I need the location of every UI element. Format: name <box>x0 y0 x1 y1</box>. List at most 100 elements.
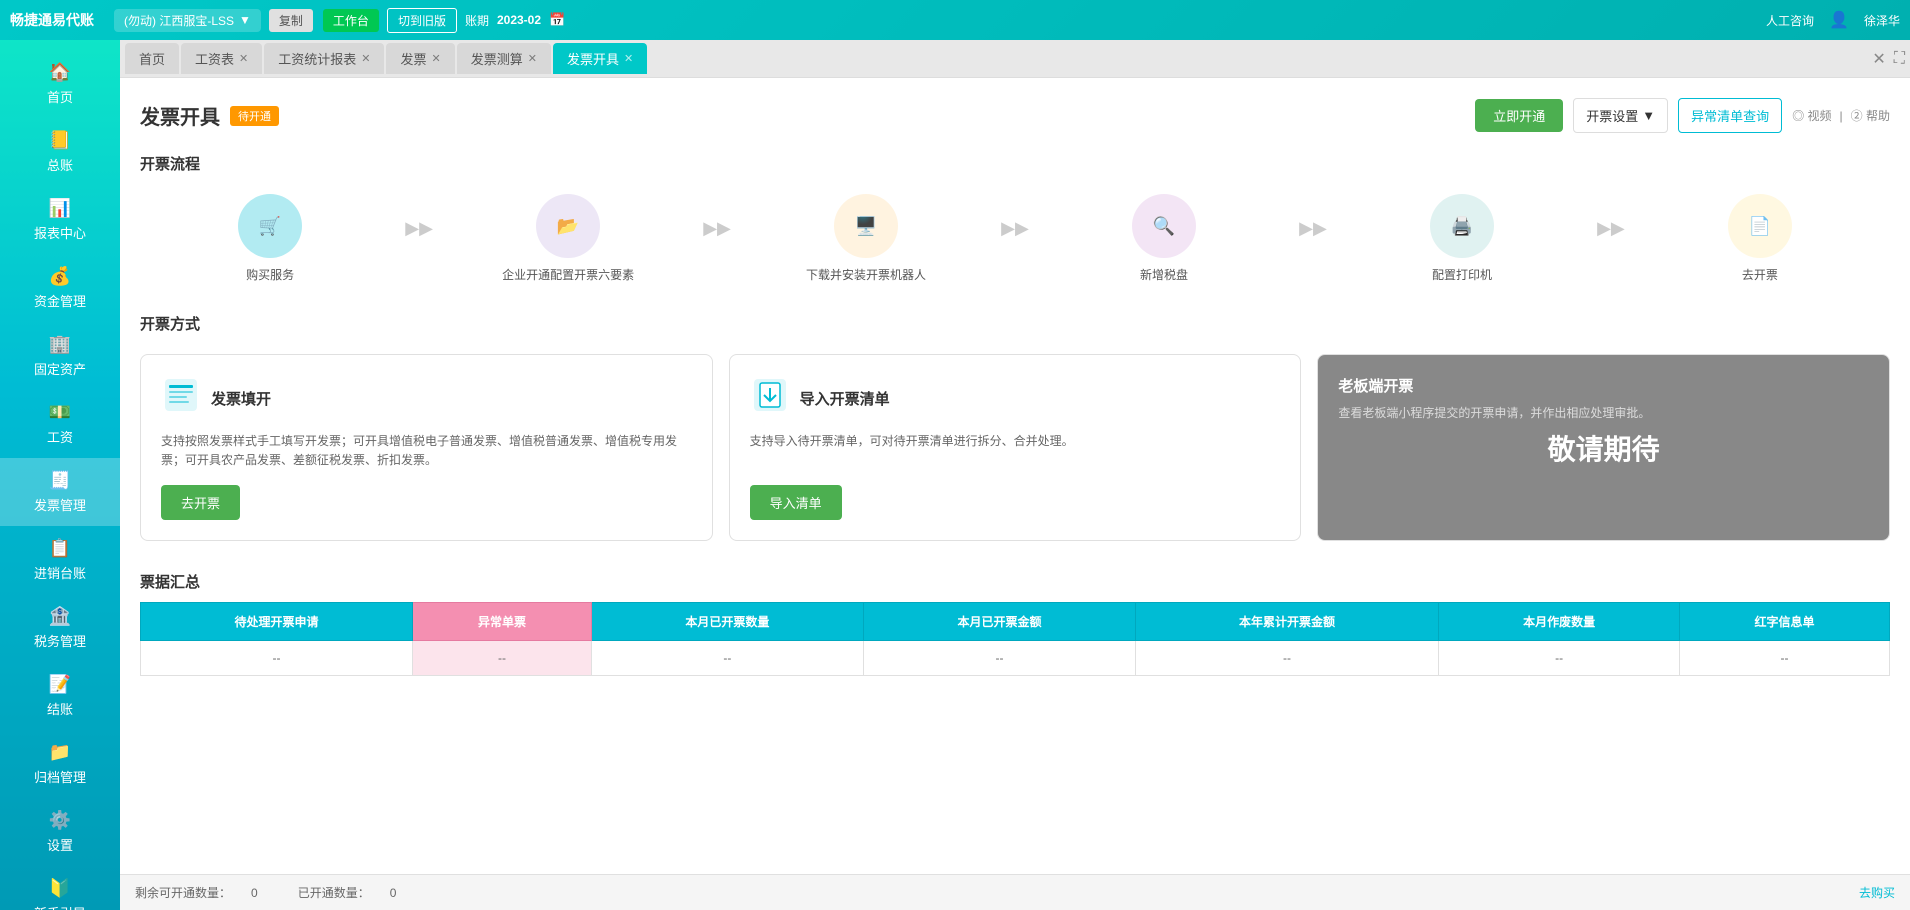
tab-invoice-tool[interactable]: 发票开具 ✕ <box>553 43 647 74</box>
help-link[interactable]: ② 帮助 <box>1851 107 1890 124</box>
manual-card-btn[interactable]: 去开票 <box>161 485 240 520</box>
tab-invoice-tool-label: 发票开具 <box>567 49 619 68</box>
settings-button[interactable]: 开票设置 ▼ <box>1573 98 1668 133</box>
copy-button[interactable]: 复制 <box>269 9 313 32</box>
col-today-count: 本月已开票数量 <box>591 603 863 641</box>
tab-bar-actions: ✕ ⛶ <box>1872 49 1905 69</box>
sidebar-label-ledger: 总账 <box>47 155 73 174</box>
manual-card-desc: 支持按照发票样式手工填写开发票；可开具增值税电子普通发票、增值税普通发票、增值税… <box>161 432 692 470</box>
cell-pending: -- <box>141 641 413 676</box>
sidebar-item-guide[interactable]: 🔰 新手引导 <box>0 866 120 910</box>
tab-close-all-icon[interactable]: ✕ <box>1872 49 1885 69</box>
video-link[interactable]: ◎ 视频 <box>1792 107 1831 124</box>
method-card-boss: 老板端开票 查看老板端小程序提交的开票申请，并作出相应处理审批。 敬请期待 <box>1317 354 1890 541</box>
sidebar-item-fund[interactable]: 💰 资金管理 <box>0 254 120 322</box>
flow-arrow-2: ▶▶ <box>698 218 736 239</box>
tab-invoice-calc-close[interactable]: ✕ <box>528 52 537 65</box>
user-name: 徐泽华 <box>1864 12 1900 29</box>
flow-step-download: 🖥️ 下载并安装开票机器人 <box>736 194 996 283</box>
flow-step-taxdisk: 🔍 新增税盘 <box>1034 194 1294 283</box>
tab-invoice-close[interactable]: ✕ <box>432 52 441 65</box>
company-selector[interactable]: (勿动) 江西服宝-LSS ▼ <box>114 9 261 32</box>
salary-icon: 💵 <box>49 402 71 423</box>
archive-icon: 📁 <box>49 742 71 763</box>
support-label[interactable]: 人工咨询 <box>1766 12 1814 29</box>
tab-invoice-calc[interactable]: 发票测算 ✕ <box>457 43 551 74</box>
svg-text:🔍: 🔍 <box>1153 214 1175 236</box>
tab-invoice-tool-close[interactable]: ✕ <box>624 52 633 65</box>
sidebar-item-settle[interactable]: 📝 结账 <box>0 662 120 730</box>
guide-icon: 🔰 <box>49 878 71 899</box>
sidebar-item-tax[interactable]: 🏦 税务管理 <box>0 594 120 662</box>
tab-invoice-calc-label: 发票测算 <box>471 49 523 68</box>
col-pending: 待处理开票申请 <box>141 603 413 641</box>
flow-steps: 🛒 购买服务 ▶▶ 📂 企业开通配置开票六要素 ▶▶ 🖥️ <box>140 194 1890 283</box>
buy-service-label: 购买服务 <box>246 266 294 283</box>
manual-card-header: 发票填开 <box>161 375 692 422</box>
home-icon: 🏠 <box>49 62 71 83</box>
sidebar-item-import[interactable]: 📋 进销台账 <box>0 526 120 594</box>
calendar-icon[interactable]: 📅 <box>549 12 565 28</box>
sidebar-label-fund: 资金管理 <box>34 291 86 310</box>
sidebar-item-home[interactable]: 🏠 首页 <box>0 50 120 118</box>
sidebar-item-asset[interactable]: 🏢 固定资产 <box>0 322 120 390</box>
opened-value: 0 <box>390 886 397 900</box>
opened-label: 已开通数量： <box>298 884 370 901</box>
settle-icon: 📝 <box>49 674 71 695</box>
switch-old-button[interactable]: 切到旧版 <box>387 8 457 33</box>
tab-invoice[interactable]: 发票 ✕ <box>386 43 454 74</box>
tab-salary-report-label: 工资统计报表 <box>278 49 356 68</box>
sidebar-item-settings[interactable]: ⚙️ 设置 <box>0 798 120 866</box>
asset-icon: 🏢 <box>49 334 71 355</box>
cell-abnormal: -- <box>413 641 592 676</box>
tab-restore-icon[interactable]: ⛶ <box>1894 50 1905 68</box>
tax-icon: 🏦 <box>49 606 71 627</box>
import-card-title: 导入开票清单 <box>800 388 890 409</box>
immediate-open-button[interactable]: 立即开通 <box>1475 99 1563 132</box>
cell-today-count: -- <box>591 641 863 676</box>
user-avatar: 👤 <box>1829 10 1849 30</box>
settings-label: 开票设置 <box>1586 106 1638 125</box>
sidebar-item-invoice[interactable]: 🧾 发票管理 <box>0 458 120 526</box>
buy-service-icon: 🛒 <box>238 194 302 258</box>
sidebar-item-report[interactable]: 📊 报表中心 <box>0 186 120 254</box>
page-header-actions: 立即开通 开票设置 ▼ 异常清单查询 ◎ 视频 | ② 帮助 <box>1475 98 1890 133</box>
tab-salary-report-close[interactable]: ✕ <box>361 52 370 65</box>
flow-section-title: 开票流程 <box>140 153 1890 174</box>
top-bar-right: 人工咨询 👤 徐泽华 <box>1766 10 1900 30</box>
workspace-button[interactable]: 工作台 <box>323 9 379 32</box>
tab-salary-table[interactable]: 工资表 ✕ <box>181 43 262 74</box>
remaining-label: 剩余可开通数量： <box>135 884 231 901</box>
import-card-btn[interactable]: 导入清单 <box>750 485 842 520</box>
sidebar-label-salary: 工资 <box>47 427 73 446</box>
cell-today-amount: -- <box>863 641 1135 676</box>
svg-text:📄: 📄 <box>1749 215 1771 236</box>
flow-arrow-3: ▶▶ <box>996 218 1034 239</box>
tab-home[interactable]: 首页 <box>125 43 179 74</box>
query-button[interactable]: 异常清单查询 <box>1678 98 1782 133</box>
tab-home-label: 首页 <box>139 49 165 68</box>
methods-section-title: 开票方式 <box>140 313 1890 334</box>
sidebar-label-settle: 结账 <box>47 699 73 718</box>
tab-salary-report[interactable]: 工资统计报表 ✕ <box>264 43 384 74</box>
sidebar-item-archive[interactable]: 📁 归档管理 <box>0 730 120 798</box>
taxdisk-label: 新增税盘 <box>1140 266 1188 283</box>
tab-salary-table-close[interactable]: ✕ <box>239 52 248 65</box>
flow-step-printer: 🖨️ 配置打印机 <box>1332 194 1592 283</box>
sidebar-item-ledger[interactable]: 📒 总账 <box>0 118 120 186</box>
remaining-value: 0 <box>251 886 258 900</box>
col-year-amount: 本年累计开票金额 <box>1135 603 1438 641</box>
manual-card-title: 发票填开 <box>211 388 271 409</box>
config-icon: 📂 <box>536 194 600 258</box>
sidebar-item-salary[interactable]: 💵 工资 <box>0 390 120 458</box>
svg-text:📂: 📂 <box>557 216 579 236</box>
cell-year-amount: -- <box>1135 641 1438 676</box>
buy-link[interactable]: 去购买 <box>1859 884 1895 901</box>
flow-step-issue: 📄 去开票 <box>1630 194 1890 283</box>
view-links: ◎ 视频 | ② 帮助 <box>1792 107 1890 124</box>
col-today-amount: 本月已开票金额 <box>863 603 1135 641</box>
app-logo: 畅捷通易代账 <box>10 10 94 30</box>
invoice-methods: 发票填开 支持按照发票样式手工填写开发票；可开具增值税电子普通发票、增值税普通发… <box>140 354 1890 541</box>
svg-text:🖥️: 🖥️ <box>855 215 877 236</box>
issue-label: 去开票 <box>1742 266 1778 283</box>
